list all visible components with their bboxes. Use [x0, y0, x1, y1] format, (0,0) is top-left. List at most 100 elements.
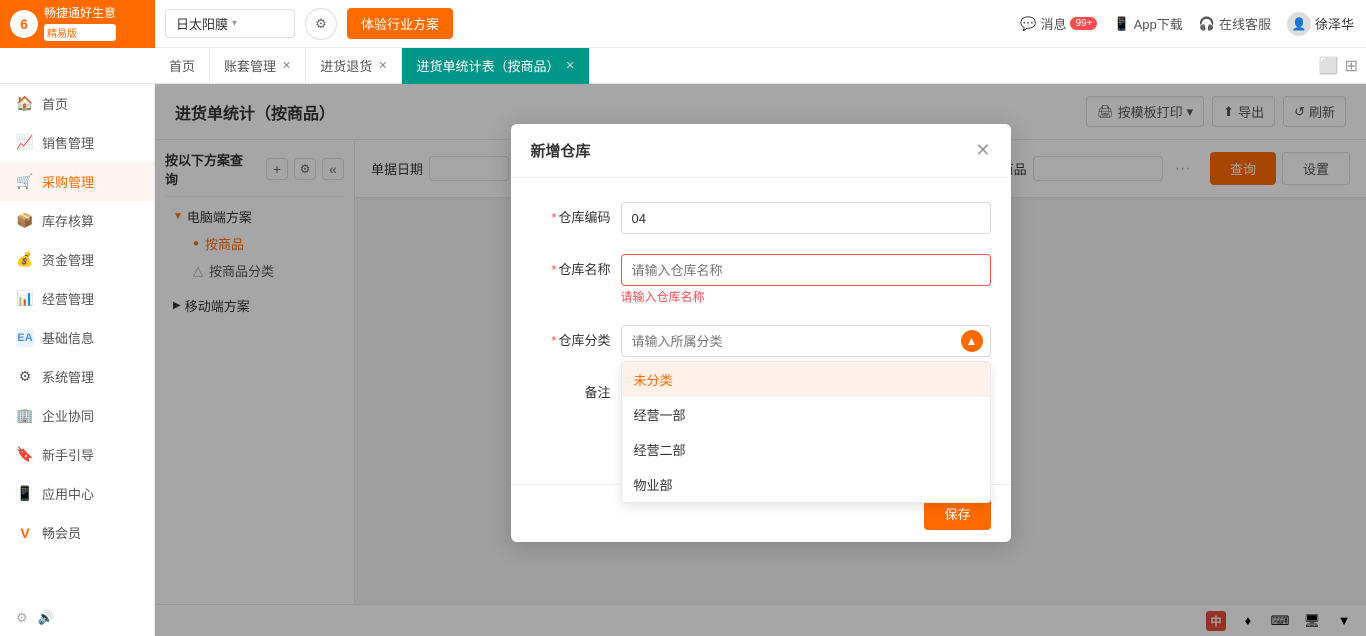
sidebar-label-operation: 经营管理 [42, 289, 94, 308]
notes-label: 备注 [531, 377, 611, 409]
sidebar-label-system: 系统管理 [42, 367, 94, 386]
chevron-down-icon: ▾ [232, 18, 237, 29]
warehouse-name-wrap: 请输入仓库名称 [621, 254, 991, 305]
sidebar-item-inventory[interactable]: 📦 库存核算 [0, 201, 154, 240]
sidebar-settings-icon[interactable]: ⚙ [16, 610, 28, 626]
logo-icon: 6 [10, 10, 38, 38]
add-warehouse-modal: 新增仓库 ✕ 仓库编码 仓库名称 [511, 124, 1011, 542]
enterprise-icon: 🏢 [16, 407, 34, 425]
logo-area: 6 畅捷通好生意 精易版 [0, 0, 155, 48]
app-download-label: App下载 [1134, 14, 1183, 33]
tab-accounts[interactable]: 账套管理 ✕ [210, 48, 306, 84]
sidebar-label-guide: 新手引导 [42, 445, 94, 464]
dropdown-item-dept3[interactable]: 物业部 [622, 467, 990, 502]
sidebar-item-finance[interactable]: 💰 资金管理 [0, 240, 154, 279]
purchase-icon: 🛒 [16, 173, 34, 191]
user-profile[interactable]: 👤 徐泽华 [1287, 12, 1354, 36]
app-download-button[interactable]: 📱 App下载 [1113, 14, 1182, 33]
store-selector[interactable]: 日太阳膜 ▾ [165, 9, 295, 38]
tab-accounts-label: 账套管理 [224, 56, 276, 75]
sidebar-item-sales[interactable]: 📈 销售管理 [0, 123, 154, 162]
sidebar-item-guide[interactable]: 🔖 新手引导 [0, 435, 154, 474]
sidebar-label-vip: 畅会员 [42, 523, 81, 542]
modal-overlay: 新增仓库 ✕ 仓库编码 仓库名称 [155, 84, 1366, 636]
modal-header: 新增仓库 ✕ [511, 124, 1011, 178]
content-area: 进货单统计（按商品） 🖨 按模板打印 ▾ ⬆ 导出 ↺ 刷新 [155, 84, 1366, 636]
modal-close-button[interactable]: ✕ [975, 140, 990, 161]
sales-icon: 📈 [16, 134, 34, 152]
warehouse-name-row: 仓库名称 请输入仓库名称 [531, 254, 991, 305]
sidebar-label-purchase: 采购管理 [42, 172, 94, 191]
modal-title: 新增仓库 [531, 140, 591, 161]
tab-actions: ⬜ ⊞ [1319, 56, 1366, 76]
tab-expand-icon[interactable]: ⊞ [1345, 56, 1358, 76]
sidebar: 🏠 首页 📈 销售管理 🛒 采购管理 📦 库存核算 💰 资金管理 📊 经营管理 … [0, 84, 155, 636]
warehouse-code-input[interactable] [621, 202, 991, 234]
sidebar-item-home[interactable]: 🏠 首页 [0, 84, 154, 123]
sidebar-item-purchase[interactable]: 🛒 采购管理 [0, 162, 154, 201]
avatar: 👤 [1287, 12, 1311, 36]
sidebar-label-sales: 销售管理 [42, 133, 94, 152]
sidebar-label-appcenter: 应用中心 [42, 484, 94, 503]
sidebar-label-basic: 基础信息 [42, 328, 94, 347]
store-name: 日太阳膜 [176, 14, 228, 33]
main-layout: 🏠 首页 📈 销售管理 🛒 采购管理 📦 库存核算 💰 资金管理 📊 经营管理 … [0, 84, 1366, 636]
gear-button[interactable]: ⚙ [305, 8, 337, 40]
logo-badge: 精易版 [44, 24, 116, 41]
warehouse-code-label: 仓库编码 [531, 202, 611, 234]
dropdown-item-dept2[interactable]: 经营二部 [622, 432, 990, 467]
warehouse-name-input[interactable] [621, 254, 991, 286]
operation-icon: 📊 [16, 290, 34, 308]
dropdown-item-dept1[interactable]: 经营一部 [622, 397, 990, 432]
header-right: 💬 消息 99+ 📱 App下载 🎧 在线客服 👤 徐泽华 [1020, 12, 1354, 36]
phone-icon: 📱 [1113, 16, 1129, 32]
headset-icon: 🎧 [1199, 16, 1215, 32]
user-name: 徐泽华 [1315, 14, 1354, 33]
warehouse-code-wrap [621, 202, 991, 234]
inventory-icon: 📦 [16, 212, 34, 230]
dropdown-item-uncategorized[interactable]: 未分类 [622, 362, 990, 397]
online-service-button[interactable]: 🎧 在线客服 [1199, 14, 1271, 33]
trial-button[interactable]: 体验行业方案 [347, 8, 453, 39]
top-header: 6 畅捷通好生意 精易版 日太阳膜 ▾ ⚙ 体验行业方案 💬 消息 99+ 📱 … [0, 0, 1366, 48]
message-label: 消息 [1040, 14, 1066, 33]
tab-purchase-stats-close[interactable]: ✕ [566, 59, 575, 72]
sidebar-item-basic[interactable]: EA 基础信息 [0, 318, 154, 357]
sidebar-item-system[interactable]: ⚙ 系统管理 [0, 357, 154, 396]
tab-accounts-close[interactable]: ✕ [282, 59, 291, 72]
tab-purchase-stats[interactable]: 进货单统计表（按商品） ✕ [402, 48, 589, 84]
warehouse-name-error: 请输入仓库名称 [621, 288, 991, 305]
tab-minimize-icon[interactable]: ⬜ [1319, 56, 1339, 76]
warehouse-category-row: 仓库分类 ▲ 未分类 经营一部 经营二部 物业部 [531, 325, 991, 357]
warehouse-category-wrap: ▲ 未分类 经营一部 经营二部 物业部 [621, 325, 991, 357]
sidebar-label-inventory: 库存核算 [42, 211, 94, 230]
tab-purchase-return-close[interactable]: ✕ [378, 59, 387, 72]
tab-purchase-return-label: 进货退货 [320, 56, 372, 75]
sidebar-bottom: ⚙ 🔊 [0, 600, 154, 636]
message-button[interactable]: 💬 消息 99+ [1020, 14, 1097, 33]
sidebar-label-enterprise: 企业协同 [42, 406, 94, 425]
sidebar-item-vip[interactable]: V 畅会员 [0, 513, 154, 552]
guide-icon: 🔖 [16, 446, 34, 464]
modal-body: 仓库编码 仓库名称 请输入仓库名称 [511, 178, 1011, 484]
warehouse-category-label: 仓库分类 [531, 325, 611, 357]
tab-bar: 首页 账套管理 ✕ 进货退货 ✕ 进货单统计表（按商品） ✕ ⬜ ⊞ [0, 48, 1366, 84]
finance-icon: 💰 [16, 251, 34, 269]
appcenter-icon: 📱 [16, 485, 34, 503]
vip-icon: V [16, 524, 34, 542]
sidebar-item-appcenter[interactable]: 📱 应用中心 [0, 474, 154, 513]
sidebar-label-finance: 资金管理 [42, 250, 94, 269]
tab-purchase-stats-label: 进货单统计表（按商品） [416, 56, 559, 75]
sidebar-item-enterprise[interactable]: 🏢 企业协同 [0, 396, 154, 435]
message-badge: 99+ [1070, 17, 1097, 30]
warehouse-category-input[interactable] [621, 325, 991, 357]
sidebar-sound-icon[interactable]: 🔊 [38, 610, 54, 626]
logo-text: 畅捷通好生意 [44, 6, 116, 22]
warehouse-code-row: 仓库编码 [531, 202, 991, 234]
home-tab-label: 首页 [169, 56, 195, 75]
tab-home[interactable]: 首页 [155, 48, 210, 84]
warehouse-name-label: 仓库名称 [531, 254, 611, 286]
basic-icon: EA [16, 329, 34, 347]
sidebar-item-operation[interactable]: 📊 经营管理 [0, 279, 154, 318]
tab-purchase-return[interactable]: 进货退货 ✕ [306, 48, 402, 84]
